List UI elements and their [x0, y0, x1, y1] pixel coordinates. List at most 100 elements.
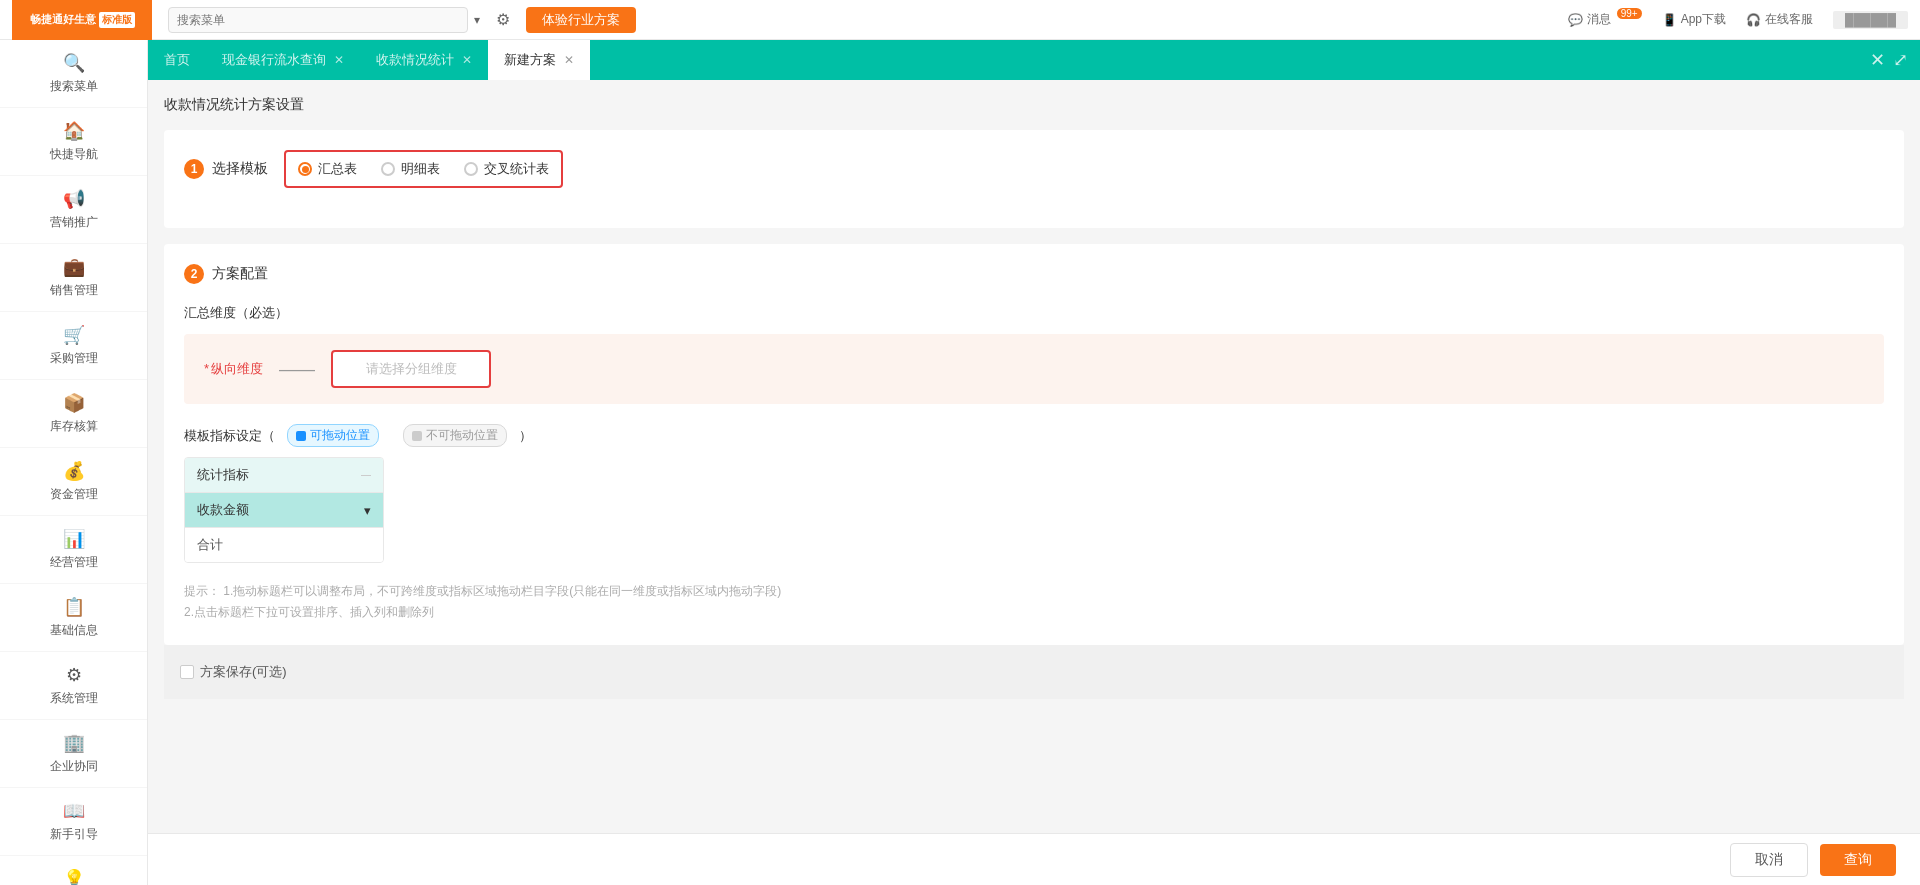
service-label: 在线客服	[1765, 11, 1813, 28]
tips-section: 提示： 1.拖动标题栏可以调整布局，不可跨维度或指标区域拖动栏目字段(只能在同一…	[184, 583, 1884, 621]
save-option: 方案保存(可选)	[180, 653, 1888, 691]
search-dropdown-icon[interactable]: ▾	[474, 13, 480, 27]
notification-item[interactable]: 💬 消息 99+	[1568, 11, 1642, 28]
radio-cross-circle	[464, 162, 478, 176]
metrics-subtotal-cell: 合计	[185, 528, 383, 562]
step2-badge: 2	[184, 264, 204, 284]
sidebar-item-enterprise[interactable]: 🏢 企业协同	[0, 720, 147, 788]
step2-label: 方案配置	[212, 265, 268, 283]
sidebar-item-basic[interactable]: 📋 基础信息	[0, 584, 147, 652]
save-checkbox[interactable]	[180, 665, 194, 679]
sidebar-item-finance[interactable]: 💰 资金管理	[0, 448, 147, 516]
dimension-select[interactable]: 请选择分组维度	[331, 350, 491, 388]
radio-summary-circle	[298, 162, 312, 176]
tab-close-cash-flow[interactable]: ✕	[334, 53, 344, 67]
template-options: 汇总表 明细表 交叉统计表	[284, 150, 563, 188]
tab-close-new-plan[interactable]: ✕	[564, 53, 574, 67]
gear-icon[interactable]: ⚙	[496, 10, 510, 29]
stats-section-label: 统计指标	[197, 466, 249, 484]
sidebar-item-operations[interactable]: 📊 经营管理	[0, 516, 147, 584]
user-item[interactable]: ██████	[1833, 11, 1908, 29]
sidebar-label-guide: 新手引导	[50, 826, 98, 843]
trial-btn[interactable]: 体验行业方案	[526, 7, 636, 33]
sidebar-item-search[interactable]: 🔍 搜索菜单	[0, 40, 147, 108]
tip-line-1: 提示： 1.拖动标题栏可以调整布局，不可跨维度或指标区域拖动栏目字段(只能在同一…	[184, 583, 1884, 600]
notification-label: 消息	[1587, 11, 1611, 28]
save-section: 方案保存(可选)	[164, 645, 1904, 699]
sidebar-item-nav[interactable]: 🏠 快捷导航	[0, 108, 147, 176]
dimension-title: 汇总维度（必选）	[184, 304, 1884, 322]
metrics-dropdown-icon[interactable]: ▾	[364, 503, 371, 518]
message-icon: 💬	[1568, 13, 1583, 27]
sidebar-item-hardware[interactable]: 💡 智能硬件	[0, 856, 147, 885]
tab-close-window-icon[interactable]: ✕	[1870, 49, 1885, 71]
marketing-icon: 📢	[63, 188, 85, 210]
metrics-item-header[interactable]: 收款金额 ▾	[185, 493, 383, 528]
service-item[interactable]: 🎧 在线客服	[1746, 11, 1813, 28]
draggable-tag: 可拖动位置	[287, 424, 379, 447]
service-icon: 🎧	[1746, 13, 1761, 27]
logo-tag: 标准版	[99, 12, 135, 28]
search-input[interactable]	[168, 7, 468, 33]
main-layout: 🔍 搜索菜单 🏠 快捷导航 📢 营销推广 💼 销售管理 🛒 采购管理 📦 库存核…	[0, 40, 1920, 885]
metrics-header: 模板指标设定（ 可拖动位置 不可拖动位置 ）	[184, 424, 1884, 447]
sidebar-item-purchase[interactable]: 🛒 采购管理	[0, 312, 147, 380]
radio-summary[interactable]: 汇总表	[298, 160, 357, 178]
user-name: ██████	[1833, 11, 1908, 29]
tip-line-2: 2.点击标题栏下拉可设置排序、插入列和删除列	[184, 604, 1884, 621]
sidebar-item-guide[interactable]: 📖 新手引导	[0, 788, 147, 856]
sidebar-label-inventory: 库存核算	[50, 418, 98, 435]
stats-table-header: 统计指标	[185, 458, 383, 493]
page-content: 收款情况统计方案设置 1 选择模板 汇总表	[148, 80, 1920, 833]
tab-cash-flow[interactable]: 现金银行流水查询 ✕	[206, 40, 360, 80]
home-icon: 🏠	[63, 120, 85, 142]
sidebar-label-marketing: 营销推广	[50, 214, 98, 231]
sidebar-label-purchase: 采购管理	[50, 350, 98, 367]
sidebar-label-search: 搜索菜单	[50, 78, 98, 95]
sidebar-label-nav: 快捷导航	[50, 146, 98, 163]
sidebar-item-marketing[interactable]: 📢 营销推广	[0, 176, 147, 244]
notification-badge: 99+	[1617, 8, 1642, 19]
metrics-section: 模板指标设定（ 可拖动位置 不可拖动位置 ）	[184, 424, 1884, 567]
radio-cross[interactable]: 交叉统计表	[464, 160, 549, 178]
vertical-dim-label: 纵向维度	[204, 360, 263, 378]
sidebar-item-sales[interactable]: 💼 销售管理	[0, 244, 147, 312]
download-label: App下载	[1681, 11, 1726, 28]
system-icon: ⚙	[66, 664, 82, 686]
sidebar-label-basic: 基础信息	[50, 622, 98, 639]
query-button[interactable]: 查询	[1820, 844, 1896, 876]
cancel-button[interactable]: 取消	[1730, 843, 1808, 877]
purchase-icon: 🛒	[63, 324, 85, 346]
tab-home[interactable]: 首页	[148, 40, 206, 80]
basic-icon: 📋	[63, 596, 85, 618]
not-draggable-tag: 不可拖动位置	[403, 424, 507, 447]
step1-card: 1 选择模板 汇总表 明细表	[164, 130, 1904, 228]
sidebar-label-system: 系统管理	[50, 690, 98, 707]
draggable-indicator	[296, 431, 306, 441]
stats-table: 统计指标 收款金额 ▾ 合计	[184, 457, 384, 563]
operations-icon: 📊	[63, 528, 85, 550]
sidebar-label-enterprise: 企业协同	[50, 758, 98, 775]
tab-bar-actions: ✕ ⤢	[1858, 49, 1920, 71]
metrics-close-suffix: ）	[519, 427, 532, 445]
sidebar-item-system[interactable]: ⚙ 系统管理	[0, 652, 147, 720]
sidebar-label-finance: 资金管理	[50, 486, 98, 503]
tab-maximize-icon[interactable]: ⤢	[1893, 49, 1908, 71]
inventory-icon: 📦	[63, 392, 85, 414]
radio-detail-circle	[381, 162, 395, 176]
logo-text: 畅捷通好生意	[30, 12, 96, 27]
topbar: 畅捷通好生意 标准版 ▾ ⚙ 体验行业方案 💬 消息 99+ 📱 App下载 🎧…	[0, 0, 1920, 40]
tab-bar: 首页 现金银行流水查询 ✕ 收款情况统计 ✕ 新建方案 ✕ ✕ ⤢	[148, 40, 1920, 80]
sidebar-item-inventory[interactable]: 📦 库存核算	[0, 380, 147, 448]
sidebar-label-operations: 经营管理	[50, 554, 98, 571]
dimension-area: 纵向维度 —— 请选择分组维度	[184, 334, 1884, 404]
finance-icon: 💰	[63, 460, 85, 482]
tab-new-plan[interactable]: 新建方案 ✕	[488, 40, 590, 80]
guide-icon: 📖	[63, 800, 85, 822]
dimension-row: 纵向维度 —— 请选择分组维度	[204, 350, 1864, 388]
tab-receipt-stats[interactable]: 收款情况统计 ✕	[360, 40, 488, 80]
download-item[interactable]: 📱 App下载	[1662, 11, 1726, 28]
radio-detail[interactable]: 明细表	[381, 160, 440, 178]
step2-card: 2 方案配置 汇总维度（必选） 纵向维度 —— 请选择分组维度	[164, 244, 1904, 645]
tab-close-receipt-stats[interactable]: ✕	[462, 53, 472, 67]
